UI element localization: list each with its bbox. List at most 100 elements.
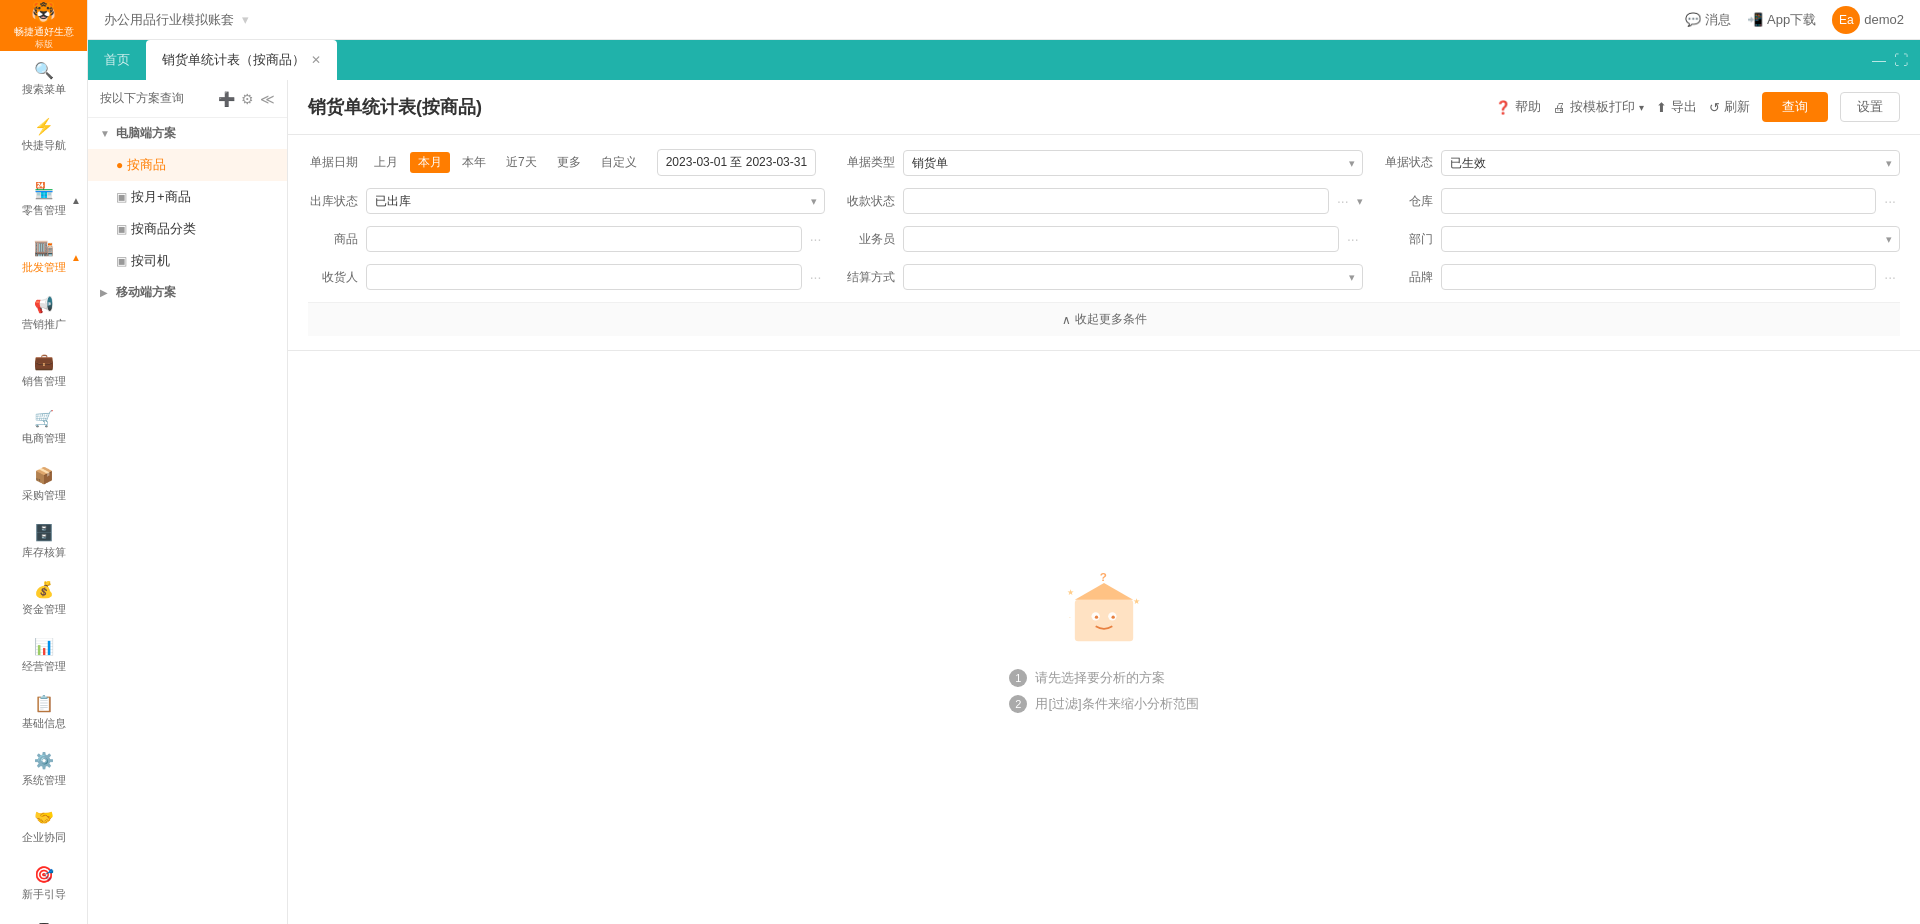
sidebar-item-appstore[interactable]: 📱 应用中心 [0, 912, 87, 924]
doc-type-select[interactable]: 销货单 [903, 150, 1362, 176]
help-btn[interactable]: ❓ 帮助 [1495, 98, 1541, 116]
scheme-icon-category: ▣ [116, 222, 127, 236]
svg-marker-1 [1075, 583, 1133, 600]
add-scheme-icon[interactable]: ➕ [218, 91, 235, 107]
out-status-select-wrapper: 已出库 [366, 188, 825, 214]
collapse-filter-row[interactable]: ∧ 收起更多条件 [308, 302, 1900, 336]
app-download-label: App下载 [1767, 11, 1816, 29]
tree-item-by-cashier[interactable]: ▣ 按司机 [88, 245, 287, 277]
tree-item-by-product[interactable]: ● 按商品 [88, 149, 287, 181]
tree-group-pc[interactable]: ▼ 电脑端方案 [88, 118, 287, 149]
finance-icon: 💰 [34, 580, 54, 599]
filter-doc-type: 单据类型 销货单 [845, 150, 1362, 176]
tab-sales-stat[interactable]: 销货单统计表（按商品） ✕ [146, 40, 337, 80]
maximize-icon[interactable]: ⛶ [1894, 52, 1908, 68]
sidebar-item-ecom[interactable]: 🛒 电商管理 [0, 399, 87, 456]
warehouse-input[interactable] [1441, 188, 1877, 214]
payment-select[interactable] [903, 264, 1362, 290]
date-label: 单据日期 [308, 154, 358, 171]
svg-point-5 [1112, 615, 1115, 618]
warehouse-more-icon[interactable]: ··· [1880, 193, 1900, 209]
receipt-status-more-icon[interactable]: ··· [1333, 193, 1353, 209]
user-menu[interactable]: Ea demo2 [1832, 6, 1904, 34]
sidebar-item-coop[interactable]: 🤝 企业协同 [0, 798, 87, 855]
sidebar-shortcut[interactable]: ⚡ 快捷导航 [0, 107, 87, 163]
scheme-label-product: 按商品 [127, 156, 166, 174]
print-btn[interactable]: 🖨 按模板打印 ▾ [1553, 98, 1644, 116]
tree-group-mobile[interactable]: ▶ 移动端方案 [88, 277, 287, 308]
sidebar-item-system[interactable]: ⚙️ 系统管理 [0, 741, 87, 798]
salesperson-input[interactable] [903, 226, 1339, 252]
filter-brand: 品牌 ··· [1383, 264, 1900, 290]
receipt-status-control: ··· ▾ [903, 188, 1362, 214]
date-range-text: 2023-03-01 至 2023-03-31 [666, 154, 807, 171]
date-tab-prev-month[interactable]: 上月 [366, 152, 406, 173]
sidebar-item-marketing[interactable]: 📢 营销推广 [0, 285, 87, 342]
dept-select[interactable] [1441, 226, 1900, 252]
basic-icon: 📋 [34, 694, 54, 713]
product-input[interactable] [366, 226, 802, 252]
svg-text:★: ★ [1133, 595, 1140, 605]
sidebar-search[interactable]: 🔍 搜索菜单 [0, 51, 87, 107]
sidebar-item-retail[interactable]: 🏪 零售管理 ▲ [0, 171, 87, 228]
page-header: 销货单统计表(按商品) ❓ 帮助 🖨 按模板打印 ▾ ⬆ [288, 80, 1920, 135]
brand-more-icon[interactable]: ··· [1880, 269, 1900, 285]
receipt-status-input[interactable] [903, 188, 1329, 214]
header-right: 💬 消息 📲 App下载 Ea demo2 [1685, 6, 1904, 34]
date-tab-more[interactable]: 更多 [549, 152, 589, 173]
sidebar-item-basic[interactable]: 📋 基础信息 [0, 684, 87, 741]
tab-close-icon[interactable]: ✕ [311, 53, 321, 67]
refresh-btn[interactable]: ↺ 刷新 [1709, 98, 1750, 116]
empty-tip-1: 1 请先选择要分析的方案 [1009, 669, 1198, 687]
receipt-status-label: 收款状态 [845, 193, 895, 210]
minimize-icon[interactable]: — [1872, 52, 1886, 68]
sidebar-item-sales[interactable]: 💼 销售管理 [0, 342, 87, 399]
date-tab-cur-year[interactable]: 本年 [454, 152, 494, 173]
date-tab-cur-month[interactable]: 本月 [410, 152, 450, 173]
settings-button[interactable]: 设置 [1840, 92, 1900, 122]
sidebar-item-ops[interactable]: 📊 经营管理 [0, 627, 87, 684]
recipient-control: ··· [366, 264, 825, 290]
sidebar-item-guide[interactable]: 🎯 新手引导 [0, 855, 87, 912]
tab-home[interactable]: 首页 [88, 40, 146, 80]
settings-scheme-icon[interactable]: ⚙ [241, 91, 254, 107]
sidebar-item-wholesale[interactable]: 🏬 批发管理 ▲ [0, 228, 87, 285]
query-button[interactable]: 查询 [1762, 92, 1828, 122]
collapse-label: 收起更多条件 [1075, 311, 1147, 328]
tree-item-by-month-product[interactable]: ▣ 按月+商品 [88, 181, 287, 213]
content-wrapper: 按以下方案查询 ➕ ⚙ ≪ ▼ 电脑端方案 ● 按商品 ▣ 按月+ [88, 80, 1920, 924]
sales-icon: 💼 [34, 352, 54, 371]
sidebar-item-finance[interactable]: 💰 资金管理 [0, 570, 87, 627]
receipt-status-dropdown-icon[interactable]: ▾ [1357, 195, 1363, 208]
date-tab-7days[interactable]: 近7天 [498, 152, 545, 173]
message-label: 消息 [1705, 11, 1731, 29]
page-actions: ❓ 帮助 🖨 按模板打印 ▾ ⬆ 导出 ↺ [1495, 92, 1900, 122]
sidebar-item-purchase[interactable]: 📦 采购管理 [0, 456, 87, 513]
message-btn[interactable]: 💬 消息 [1685, 11, 1731, 29]
svg-point-4 [1095, 615, 1098, 618]
recipient-input[interactable] [366, 264, 802, 290]
filter-row-3: 商品 ··· 业务员 ··· 部门 [308, 226, 1900, 252]
filter-payment: 结算方式 [845, 264, 1362, 290]
recipient-more-icon[interactable]: ··· [806, 269, 826, 285]
filter-doc-status: 单据状态 已生效 [1383, 150, 1900, 176]
filter-recipient: 收货人 ··· [308, 264, 825, 290]
product-more-icon[interactable]: ··· [806, 231, 826, 247]
scheme-tree: ▼ 电脑端方案 ● 按商品 ▣ 按月+商品 ▣ 按商品分类 ▣ 按司机 [88, 118, 287, 308]
app-download-btn[interactable]: 📲 App下载 [1747, 11, 1816, 29]
sidebar-item-inventory[interactable]: 🗄️ 库存核算 [0, 513, 87, 570]
collapse-panel-icon[interactable]: ≪ [260, 91, 275, 107]
logo-text: 畅捷通好生意 [14, 26, 74, 38]
doc-status-select[interactable]: 已生效 [1441, 150, 1900, 176]
scheme-label-cashier: 按司机 [131, 252, 170, 270]
app-logo: 🐯 畅捷通好生意 标版 [0, 0, 88, 51]
purchase-icon: 📦 [34, 466, 54, 485]
date-range-input[interactable]: 2023-03-01 至 2023-03-31 [657, 149, 816, 176]
tree-item-by-category[interactable]: ▣ 按商品分类 [88, 213, 287, 245]
salesperson-more-icon[interactable]: ··· [1343, 231, 1363, 247]
svg-rect-0 [1075, 599, 1133, 641]
out-status-select[interactable]: 已出库 [366, 188, 825, 214]
date-tab-custom[interactable]: 自定义 [593, 152, 645, 173]
brand-input[interactable] [1441, 264, 1877, 290]
export-btn[interactable]: ⬆ 导出 [1656, 98, 1697, 116]
